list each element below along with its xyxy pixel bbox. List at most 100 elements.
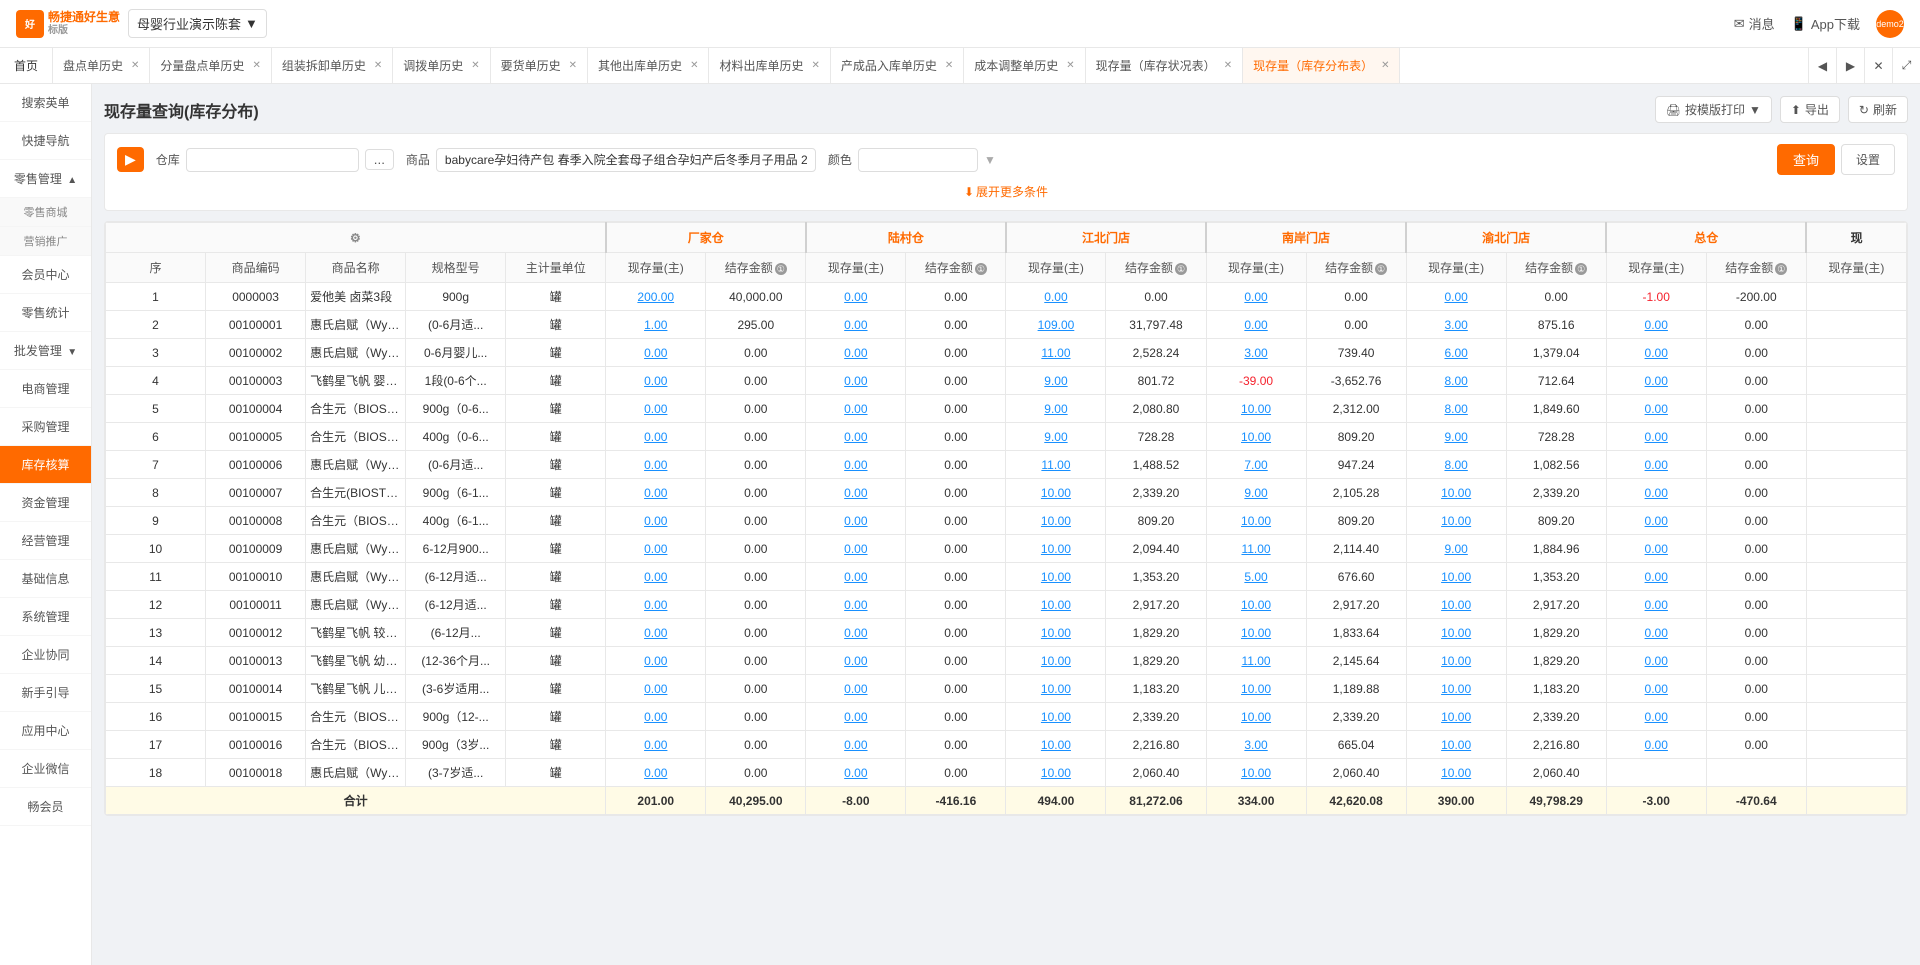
info-icon[interactable]: ① xyxy=(975,263,987,275)
cell-c4-qty[interactable]: 11.00 xyxy=(1206,647,1306,675)
cell-t-qty[interactable]: 0.00 xyxy=(1606,591,1706,619)
cell-c4-qty[interactable]: 11.00 xyxy=(1206,535,1306,563)
cell-c4-qty[interactable]: 3.00 xyxy=(1206,731,1306,759)
cell-t-qty[interactable]: 0.00 xyxy=(1606,619,1706,647)
cell-c3-qty[interactable]: 9.00 xyxy=(1006,367,1106,395)
cell-c5-qty[interactable]: 8.00 xyxy=(1406,395,1506,423)
table-scroll[interactable]: ⚙ 厂家仓 陆村仓 江北门店 南岸门店 渝北门店 总仓 现 序 商品编码 商品名… xyxy=(105,222,1907,815)
cell-c5-qty[interactable]: 10.00 xyxy=(1406,563,1506,591)
sidebar-item-finance[interactable]: 资金管理 xyxy=(0,484,91,522)
tab-transfer[interactable]: 调拨单历史 ✕ xyxy=(393,48,490,83)
sidebar-item-purchase[interactable]: 采购管理 xyxy=(0,408,91,446)
sidebar-item-member[interactable]: 会员中心 xyxy=(0,256,91,294)
nav-prev-button[interactable]: ◀ xyxy=(1808,48,1836,84)
cell-c1-qty[interactable]: 0.00 xyxy=(606,395,706,423)
user-profile[interactable]: demo2 xyxy=(1876,10,1904,38)
cell-c3-qty[interactable]: 10.00 xyxy=(1006,675,1106,703)
settings-button[interactable]: 设置 xyxy=(1841,144,1895,175)
cell-c1-qty[interactable]: 0.00 xyxy=(606,339,706,367)
cell-c4-qty[interactable]: 10.00 xyxy=(1206,395,1306,423)
cell-t-qty[interactable]: 0.00 xyxy=(1606,423,1706,451)
tab-assembly[interactable]: 组装拆卸单历史 ✕ xyxy=(272,48,393,83)
cell-c5-qty[interactable]: 10.00 xyxy=(1406,703,1506,731)
cell-c2-qty[interactable]: 0.00 xyxy=(806,591,906,619)
close-icon[interactable]: ✕ xyxy=(1381,60,1389,71)
nav-close-all-button[interactable]: ✕ xyxy=(1864,48,1892,84)
sidebar-item-basics[interactable]: 基础信息 xyxy=(0,560,91,598)
cell-c3-qty[interactable]: 10.00 xyxy=(1006,647,1106,675)
sidebar-item-enterprise-wechat[interactable]: 企业微信 xyxy=(0,750,91,788)
cell-t-qty[interactable]: 0.00 xyxy=(1606,647,1706,675)
cell-c5-qty[interactable]: 8.00 xyxy=(1406,367,1506,395)
info-icon[interactable]: ① xyxy=(1575,263,1587,275)
cell-c5-qty[interactable]: 10.00 xyxy=(1406,647,1506,675)
tab-portion-stock[interactable]: 分量盘点单历史 ✕ xyxy=(150,48,271,83)
cell-c5-qty[interactable]: 10.00 xyxy=(1406,619,1506,647)
tab-stock-history[interactable]: 盘点单历史 ✕ xyxy=(53,48,150,83)
cell-c3-qty[interactable]: 9.00 xyxy=(1006,395,1106,423)
sidebar-item-quick-nav[interactable]: 快捷导航 xyxy=(0,122,91,160)
cell-c2-qty[interactable]: 0.00 xyxy=(806,759,906,787)
cell-c4-qty[interactable]: 10.00 xyxy=(1206,423,1306,451)
cell-c2-qty[interactable]: 0.00 xyxy=(806,647,906,675)
cell-t-qty[interactable]: 0.00 xyxy=(1606,479,1706,507)
sidebar-item-system[interactable]: 系统管理 xyxy=(0,598,91,636)
cell-t-qty[interactable]: 0.00 xyxy=(1606,311,1706,339)
warehouse-select-button[interactable]: ... xyxy=(365,149,394,170)
cell-c5-qty[interactable]: 10.00 xyxy=(1406,479,1506,507)
cell-c2-qty[interactable]: 0.00 xyxy=(806,311,906,339)
cell-c5-qty[interactable]: 9.00 xyxy=(1406,535,1506,563)
cell-c1-qty[interactable]: 0.00 xyxy=(606,479,706,507)
tab-home[interactable]: 首页 xyxy=(0,48,53,83)
cell-c5-qty[interactable]: 10.00 xyxy=(1406,507,1506,535)
tab-outbound[interactable]: 其他出库单历史 ✕ xyxy=(588,48,709,83)
cell-c2-qty[interactable]: 0.00 xyxy=(806,675,906,703)
tab-cost-adjust[interactable]: 成本调整单历史 ✕ xyxy=(964,48,1085,83)
cell-c2-qty[interactable]: 0.00 xyxy=(806,507,906,535)
print-button[interactable]: 🖨 按模版打印 ▼ xyxy=(1655,96,1772,123)
cell-c2-qty[interactable]: 0.00 xyxy=(806,283,906,311)
cell-c2-qty[interactable]: 0.00 xyxy=(806,535,906,563)
cell-c5-qty[interactable]: 10.00 xyxy=(1406,591,1506,619)
cell-c3-qty[interactable]: 10.00 xyxy=(1006,731,1106,759)
cell-c4-qty[interactable]: 9.00 xyxy=(1206,479,1306,507)
cell-c1-qty[interactable]: 0.00 xyxy=(606,731,706,759)
close-icon[interactable]: ✕ xyxy=(131,60,139,71)
export-button[interactable]: ⬆ 导出 xyxy=(1780,96,1840,123)
tab-order[interactable]: 要货单历史 ✕ xyxy=(491,48,588,83)
cell-t-qty[interactable]: 0.00 xyxy=(1606,675,1706,703)
cell-c5-qty[interactable]: 10.00 xyxy=(1406,731,1506,759)
cell-c2-qty[interactable]: 0.00 xyxy=(806,367,906,395)
cell-c4-qty[interactable]: 10.00 xyxy=(1206,507,1306,535)
close-icon[interactable]: ✕ xyxy=(811,60,819,71)
nav-next-button[interactable]: ▶ xyxy=(1836,48,1864,84)
cell-c2-qty[interactable]: 0.00 xyxy=(806,479,906,507)
query-button[interactable]: 查询 xyxy=(1777,144,1835,175)
sidebar-item-retail-shop[interactable]: 零售商城 xyxy=(0,198,91,227)
cell-t-qty[interactable] xyxy=(1606,759,1706,787)
sidebar-item-guide[interactable]: 新手引导 xyxy=(0,674,91,712)
cell-c4-qty[interactable]: -39.00 xyxy=(1206,367,1306,395)
sidebar-item-search[interactable]: 搜索英单 xyxy=(0,84,91,122)
cell-c4-qty[interactable]: 10.00 xyxy=(1206,619,1306,647)
cell-t-qty[interactable]: -1.00 xyxy=(1606,283,1706,311)
cell-c4-qty[interactable]: 10.00 xyxy=(1206,591,1306,619)
cell-c1-qty[interactable]: 0.00 xyxy=(606,591,706,619)
sidebar-item-enterprise[interactable]: 企业协同 xyxy=(0,636,91,674)
close-icon[interactable]: ✕ xyxy=(1224,60,1232,71)
cell-t-qty[interactable]: 0.00 xyxy=(1606,703,1706,731)
cell-c5-qty[interactable]: 3.00 xyxy=(1406,311,1506,339)
cell-t-qty[interactable]: 0.00 xyxy=(1606,535,1706,563)
cell-c1-qty[interactable]: 0.00 xyxy=(606,619,706,647)
app-download-button[interactable]: 📱 App下载 xyxy=(1791,14,1860,33)
cell-c3-qty[interactable]: 10.00 xyxy=(1006,479,1106,507)
cell-c2-qty[interactable]: 0.00 xyxy=(806,451,906,479)
cell-c5-qty[interactable]: 6.00 xyxy=(1406,339,1506,367)
expand-conditions-button[interactable]: ⬇ 展开更多条件 xyxy=(964,183,1048,200)
tab-product-in[interactable]: 产成品入库单历史 ✕ xyxy=(831,48,964,83)
cell-c3-qty[interactable]: 11.00 xyxy=(1006,451,1106,479)
close-icon[interactable]: ✕ xyxy=(1066,60,1074,71)
cell-c2-qty[interactable]: 0.00 xyxy=(806,339,906,367)
sidebar-item-member2[interactable]: 畅会员 xyxy=(0,788,91,826)
sidebar-item-inventory[interactable]: 库存核算 xyxy=(0,446,91,484)
